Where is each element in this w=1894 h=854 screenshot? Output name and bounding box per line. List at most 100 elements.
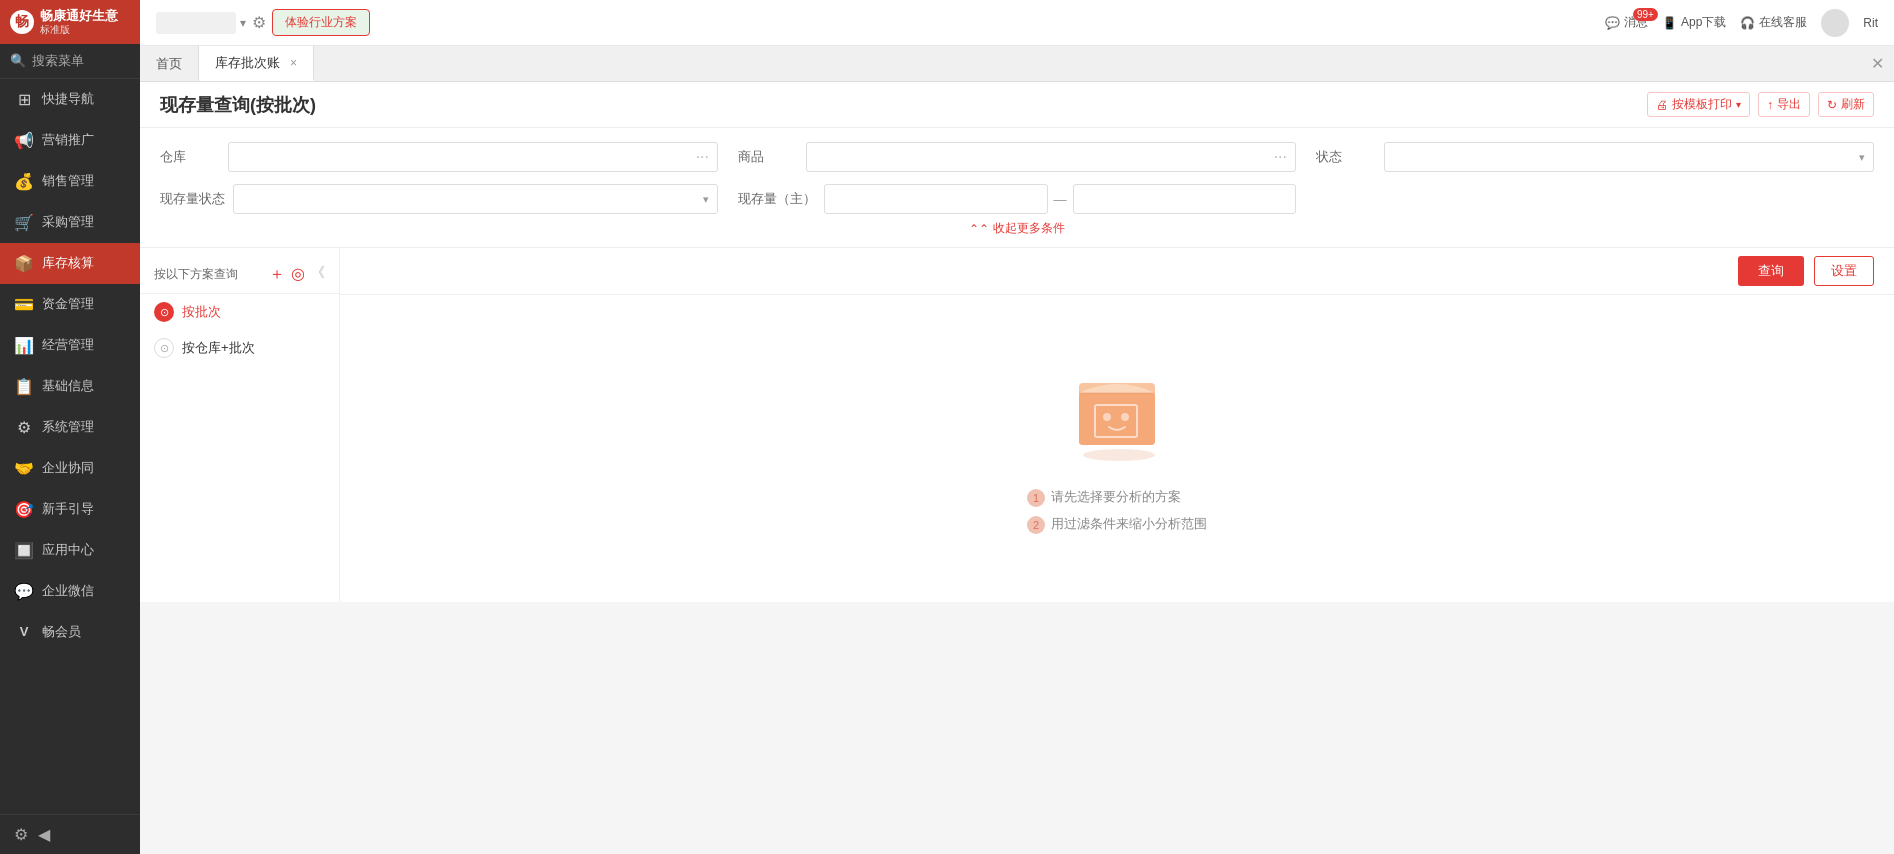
basic-icon: 📋 [14,377,34,396]
sidebar-item-sales[interactable]: 💰 销售管理 [0,161,140,202]
topbar: ▾ ⚙ 体验行业方案 💬 消息 99+ 📱 App下载 🎧 在线客服 Rit [140,0,1894,46]
sidebar-item-purchase[interactable]: 🛒 采购管理 [0,202,140,243]
print-dropdown-icon[interactable]: ▾ [1736,99,1741,110]
query-button[interactable]: 查询 [1738,256,1804,286]
export-label: 导出 [1777,96,1801,113]
refresh-label: 刷新 [1841,96,1865,113]
main-area: ▾ ⚙ 体验行业方案 💬 消息 99+ 📱 App下载 🎧 在线客服 Rit [140,0,1894,854]
scheme-panel-header: 按以下方案查询 ＋ ◎ 《 [140,258,339,294]
collapse-button[interactable]: ⌃⌃ 收起更多条件 [969,220,1065,237]
refresh-button[interactable]: ↻ 刷新 [1818,92,1874,117]
scheme-item-batch[interactable]: ⊙ 按批次 [140,294,339,330]
scheme-batch-label: 按批次 [182,303,221,321]
settings-button[interactable]: 设置 [1814,256,1874,286]
sidebar-item-quick-nav[interactable]: ⊞ 快捷导航 [0,79,140,120]
print-button[interactable]: 🖨 按模板打印 ▾ [1647,92,1750,117]
collapse-chevron-up-icon: ⌃⌃ [969,222,989,236]
sidebar-item-system[interactable]: ⚙ 系统管理 [0,407,140,448]
warehouse-dots[interactable]: ··· [696,148,709,166]
filter-quantity: 现存量（主） — [738,184,1296,214]
export-button[interactable]: ↑ 导出 [1758,92,1810,117]
topbar-gear-icon[interactable]: ⚙ [252,13,266,32]
collapse-sidebar-icon[interactable]: ◀ [38,825,50,844]
enterprise-icon: 🤝 [14,459,34,478]
warehouse-input-box[interactable]: ··· [228,142,718,172]
add-scheme-icon[interactable]: ＋ [269,264,285,285]
inventory-status-select-wrap[interactable]: 全部 有库存 无库存 [233,184,718,214]
tab-inventory-batch[interactable]: 库存批次账 × [199,46,314,81]
product-dots[interactable]: ··· [1274,148,1287,166]
topbar-search-input[interactable] [156,12,236,34]
warehouse-label: 仓库 [160,148,220,166]
sidebar-nav: ⊞ 快捷导航 📢 营销推广 💰 销售管理 🛒 采购管理 📦 库存核算 💳 资金管… [0,79,140,814]
status-select[interactable]: 全部 启用 停用 [1393,150,1865,164]
tab-panel-close-button[interactable]: ✕ [1861,46,1894,81]
sidebar-item-label: 畅会员 [42,623,81,641]
finance-icon: 💳 [14,295,34,314]
purchase-icon: 🛒 [14,213,34,232]
sidebar-item-marketing[interactable]: 📢 营销推广 [0,120,140,161]
empty-steps: 1 请先选择要分析的方案 2 用过滤条件来缩小分析范围 [1027,488,1207,542]
headset-icon: 🎧 [1740,16,1755,30]
filter-inventory-status: 现存量状态 全部 有库存 无库存 [160,184,718,214]
sidebar-item-inventory[interactable]: 📦 库存核算 [0,243,140,284]
scheme-item-warehouse-batch[interactable]: ⊙ 按仓库+批次 [140,330,339,366]
tab-close-icon[interactable]: × [290,56,297,70]
action-bar: 查询 设置 [340,248,1894,295]
filter-status: 状态 全部 启用 停用 [1316,142,1874,172]
messages-badge: 99+ [1633,8,1658,21]
collapse-scheme-panel-icon[interactable]: 《 [311,264,325,285]
inventory-status-select[interactable]: 全部 有库存 无库存 [242,192,709,206]
app-download-button[interactable]: 📱 App下载 [1662,14,1726,31]
collapse-row: ⌃⌃ 收起更多条件 [160,214,1874,239]
username-label[interactable]: Rit [1863,16,1878,30]
topbar-left: ▾ ⚙ 体验行业方案 [156,9,1595,36]
user-avatar[interactable] [1821,9,1849,37]
quantity-to-input[interactable] [1073,184,1297,214]
content-body: 按以下方案查询 ＋ ◎ 《 ⊙ 按批次 ⊙ [140,248,1894,602]
sidebar-item-label: 经营管理 [42,336,94,354]
settings-footer-icon[interactable]: ⚙ [14,825,28,844]
sidebar-item-operations[interactable]: 📊 经营管理 [0,325,140,366]
app-logo: 畅 [10,10,34,34]
step-1-num: 1 [1027,489,1045,507]
svg-point-5 [1103,413,1111,421]
sidebar-item-label: 库存核算 [42,254,94,272]
tab-home[interactable]: 首页 [140,46,199,81]
product-input[interactable] [815,150,1270,164]
quantity-from-input[interactable] [824,184,1048,214]
scheme-warehouse-batch-label: 按仓库+批次 [182,339,255,357]
sidebar-search[interactable]: 🔍 搜索菜单 [0,44,140,79]
print-label: 按模板打印 [1672,96,1732,113]
sidebar-item-wechat[interactable]: 💬 企业微信 [0,571,140,612]
inventory-icon: 📦 [14,254,34,273]
operations-icon: 📊 [14,336,34,355]
messages-button[interactable]: 💬 消息 99+ [1605,14,1648,31]
trial-button[interactable]: 体验行业方案 [272,9,370,36]
product-input-box[interactable]: ··· [806,142,1296,172]
online-service-button[interactable]: 🎧 在线客服 [1740,14,1807,31]
sidebar-item-label: 企业协同 [42,459,94,477]
sidebar-item-label: 营销推广 [42,131,94,149]
sidebar-item-basic[interactable]: 📋 基础信息 [0,366,140,407]
warehouse-input[interactable] [237,150,692,164]
sidebar-footer: ⚙ ◀ [0,814,140,854]
topbar-chevron-icon[interactable]: ▾ [240,16,246,30]
sidebar-item-enterprise[interactable]: 🤝 企业协同 [0,448,140,489]
sidebar-search-label: 搜索菜单 [32,52,84,70]
sidebar-item-app-center[interactable]: 🔲 应用中心 [0,530,140,571]
phone-icon: 📱 [1662,16,1677,30]
quantity-label: 现存量（主） [738,190,816,208]
printer-icon: 🖨 [1656,98,1668,112]
filter-section: 仓库 ··· 商品 ··· 状态 [140,128,1894,248]
status-select-wrap[interactable]: 全部 启用 停用 [1384,142,1874,172]
scheme-settings-icon[interactable]: ◎ [291,264,305,285]
sidebar-item-newbie[interactable]: 🎯 新手引导 [0,489,140,530]
quick-nav-icon: ⊞ [14,90,34,109]
status-label: 状态 [1316,148,1376,166]
product-label: 商品 [738,148,798,166]
sidebar-item-member[interactable]: V 畅会员 [0,612,140,652]
sidebar-item-label: 快捷导航 [42,90,94,108]
sidebar-item-finance[interactable]: 💳 资金管理 [0,284,140,325]
wechat-icon: 💬 [14,582,34,601]
